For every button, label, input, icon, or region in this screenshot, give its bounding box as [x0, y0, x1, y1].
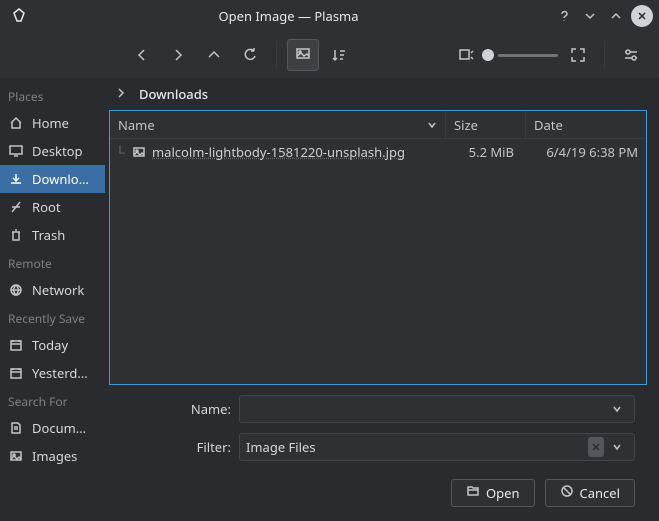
sidebar-item-label: Images	[32, 447, 77, 465]
zoom-fit-button[interactable]	[562, 39, 594, 71]
document-open-icon	[466, 484, 480, 502]
sidebar-item-label: Docum…	[32, 419, 86, 437]
back-button[interactable]	[126, 39, 158, 71]
chevron-down-icon[interactable]	[606, 404, 628, 414]
column-date[interactable]: Date	[526, 111, 646, 138]
sidebar-item-label: Trash	[32, 226, 65, 244]
sidebar-item-yesterday[interactable]: Yesterd…	[0, 359, 105, 387]
name-input[interactable]	[239, 395, 635, 423]
file-name: malcolm-lightbody-1581220-unsplash.jpg	[148, 143, 446, 161]
sidebar-item-today[interactable]: Today	[0, 331, 105, 359]
network-icon	[8, 282, 24, 298]
sidebar-item-downloads[interactable]: Downlo…	[0, 165, 105, 193]
cancel-button[interactable]: Cancel	[545, 479, 635, 507]
calendar-icon	[8, 365, 24, 381]
sidebar-item-label: Root	[32, 198, 61, 216]
sidebar-item-label: Network	[32, 281, 84, 299]
sidebar-item-label: Today	[32, 336, 68, 354]
name-label: Name:	[121, 400, 231, 418]
column-size[interactable]: Size	[446, 111, 526, 138]
cancel-icon	[560, 484, 574, 502]
close-button[interactable]	[631, 5, 653, 27]
zoom-slider-knob[interactable]	[482, 49, 494, 61]
sidebar-item-label: Yesterd…	[32, 364, 88, 382]
sidebar-section-places: Places	[0, 82, 105, 109]
image-file-icon	[130, 145, 148, 159]
open-button[interactable]: Open	[451, 479, 535, 507]
filter-label: Filter:	[121, 438, 231, 456]
chevron-down-icon[interactable]	[606, 442, 628, 452]
places-sidebar: Places Home Desktop Downlo… Root Trash R…	[0, 78, 105, 521]
filter-value: Image Files	[246, 438, 588, 456]
titlebar: Open Image — Plasma	[0, 0, 659, 32]
sidebar-section-remote: Remote	[0, 249, 105, 276]
calendar-icon	[8, 337, 24, 353]
image-icon	[8, 448, 24, 464]
sidebar-item-label: Desktop	[32, 142, 83, 160]
filter-input[interactable]: Image Files	[239, 433, 635, 461]
document-icon	[8, 420, 24, 436]
file-list[interactable]: Name Size Date └ malcolm-lightbody-15812…	[109, 110, 647, 385]
form: Name: Filter: Image Files	[109, 385, 647, 471]
trash-icon	[8, 227, 24, 243]
sidebar-item-label: Home	[32, 114, 69, 132]
breadcrumb-current[interactable]: Downloads	[139, 85, 208, 103]
app-icon	[10, 7, 28, 25]
file-open-dialog: Open Image — Plasma Places Home Desktop …	[0, 0, 659, 521]
sidebar-item-desktop[interactable]: Desktop	[0, 137, 105, 165]
sidebar-section-recent: Recently Save	[0, 304, 105, 331]
chevron-right-icon	[115, 85, 127, 103]
window-title: Open Image — Plasma	[28, 7, 549, 25]
file-size: 5.2 MiB	[446, 143, 526, 161]
minimize-button[interactable]	[579, 5, 601, 27]
clear-filter-icon[interactable]	[588, 437, 604, 457]
downloads-icon	[8, 171, 24, 187]
file-date: 6/4/19 6:38 PM	[526, 143, 646, 161]
icon-view-button[interactable]	[287, 39, 319, 71]
breadcrumb[interactable]: Downloads	[109, 78, 647, 110]
sidebar-section-search: Search For	[0, 387, 105, 414]
main-panel: Downloads Name Size Date └ malcolm-light…	[105, 78, 659, 521]
sidebar-item-images[interactable]: Images	[0, 442, 105, 470]
forward-button[interactable]	[162, 39, 194, 71]
zoom-slider[interactable]	[498, 54, 558, 57]
preview-toggle[interactable]	[450, 39, 482, 71]
sidebar-item-home[interactable]: Home	[0, 109, 105, 137]
up-button[interactable]	[198, 39, 230, 71]
root-icon	[8, 199, 24, 215]
help-button[interactable]	[553, 5, 575, 27]
column-name[interactable]: Name	[110, 111, 446, 138]
desktop-icon	[8, 143, 24, 159]
chevron-down-icon	[427, 116, 437, 134]
sidebar-item-documents[interactable]: Docum…	[0, 414, 105, 442]
sidebar-item-trash[interactable]: Trash	[0, 221, 105, 249]
dialog-footer: Open Cancel	[109, 471, 647, 521]
toolbar	[0, 32, 659, 78]
sidebar-item-root[interactable]: Root	[0, 193, 105, 221]
table-row[interactable]: └ malcolm-lightbody-1581220-unsplash.jpg…	[110, 139, 646, 165]
settings-button[interactable]	[615, 39, 647, 71]
home-icon	[8, 115, 24, 131]
sidebar-item-network[interactable]: Network	[0, 276, 105, 304]
reload-button[interactable]	[234, 39, 266, 71]
file-list-header: Name Size Date	[110, 111, 646, 139]
sort-button[interactable]	[323, 39, 355, 71]
maximize-button[interactable]	[605, 5, 627, 27]
tree-branch-icon: └	[110, 143, 130, 161]
sidebar-item-label: Downlo…	[32, 170, 89, 188]
